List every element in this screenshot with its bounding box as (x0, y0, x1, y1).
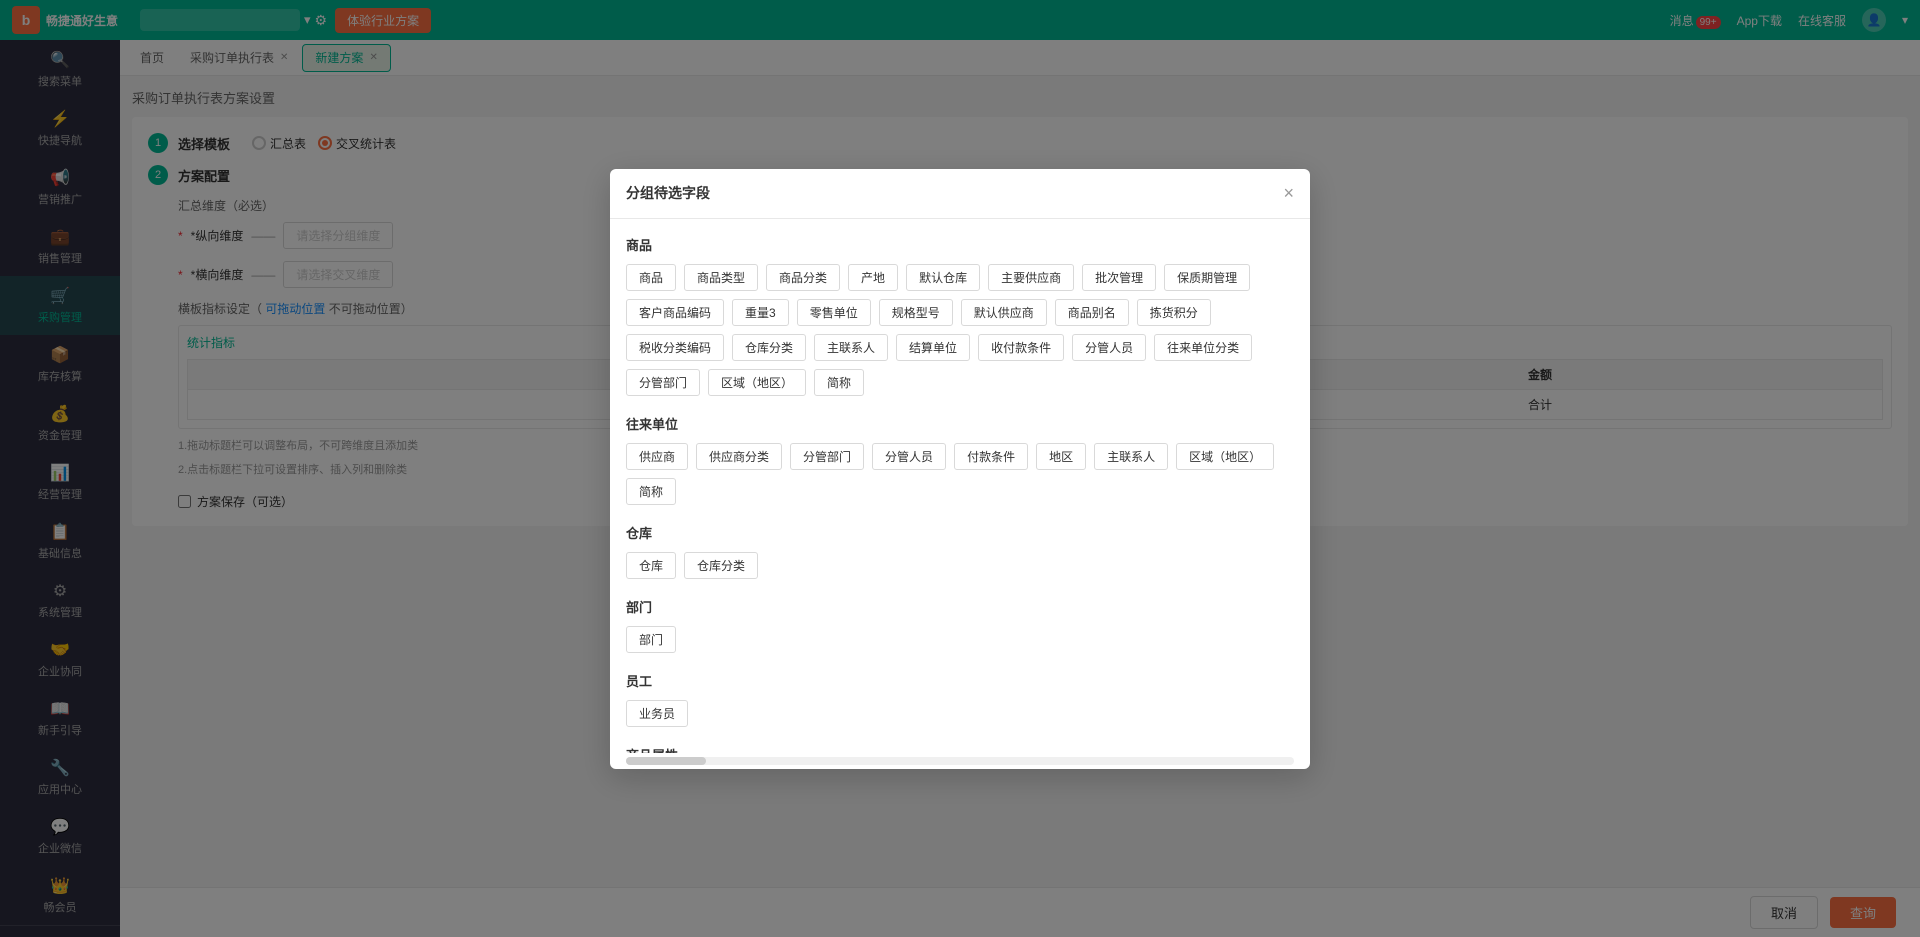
section-product-attr-title: 商品属性 (626, 745, 1294, 753)
field-region-cp[interactable]: 区域（地区） (1176, 443, 1274, 470)
section-counterpart: 往来单位 供应商 供应商分类 分管部门 分管人员 付款条件 地区 主联系人 区域… (626, 414, 1294, 505)
dialog-close-btn[interactable]: × (1283, 183, 1294, 204)
section-product: 商品 商品 商品类型 商品分类 产地 默认仓库 主要供应商 批次管理 保质期管理… (626, 235, 1294, 396)
section-department: 部门 部门 (626, 597, 1294, 653)
field-product-category[interactable]: 商品分类 (766, 264, 840, 291)
field-pick-points[interactable]: 拣货积分 (1137, 299, 1211, 326)
field-dept-in-charge[interactable]: 分管部门 (626, 369, 700, 396)
dialog-header: 分组待选字段 × (610, 169, 1310, 219)
field-warehouse-cat[interactable]: 仓库分类 (684, 552, 758, 579)
field-supervisor[interactable]: 分管人员 (1072, 334, 1146, 361)
field-dept-mgmt[interactable]: 分管部门 (790, 443, 864, 470)
field-product-type[interactable]: 商品类型 (684, 264, 758, 291)
field-origin[interactable]: 产地 (848, 264, 898, 291)
section-employee-title: 员工 (626, 671, 1294, 690)
field-supplier-category[interactable]: 供应商分类 (696, 443, 782, 470)
field-settlement-unit[interactable]: 结算单位 (896, 334, 970, 361)
field-abbr-cp[interactable]: 简称 (626, 478, 676, 505)
dialog-horizontal-scrollbar[interactable] (626, 757, 1294, 765)
field-shelf-life[interactable]: 保质期管理 (1164, 264, 1250, 291)
field-area[interactable]: 地区 (1036, 443, 1086, 470)
field-abbr-product[interactable]: 简称 (814, 369, 864, 396)
field-main-contact[interactable]: 主联系人 (814, 334, 888, 361)
counterpart-fields: 供应商 供应商分类 分管部门 分管人员 付款条件 地区 主联系人 区域（地区） … (626, 443, 1294, 505)
field-selection-dialog: 分组待选字段 × 商品 商品 商品类型 商品分类 产地 默认仓库 主要供应商 批… (610, 169, 1310, 769)
hscroll-thumb (626, 757, 706, 765)
product-fields: 商品 商品类型 商品分类 产地 默认仓库 主要供应商 批次管理 保质期管理 客户… (626, 264, 1294, 396)
field-department[interactable]: 部门 (626, 626, 676, 653)
department-fields: 部门 (626, 626, 1294, 653)
field-salesperson[interactable]: 业务员 (626, 700, 688, 727)
field-retail-unit[interactable]: 零售单位 (797, 299, 871, 326)
field-region-product[interactable]: 区域（地区） (708, 369, 806, 396)
section-warehouse: 仓库 仓库 仓库分类 (626, 523, 1294, 579)
dialog-body: 商品 商品 商品类型 商品分类 产地 默认仓库 主要供应商 批次管理 保质期管理… (610, 219, 1310, 753)
employee-fields: 业务员 (626, 700, 1294, 727)
field-payment-terms[interactable]: 收付款条件 (978, 334, 1064, 361)
field-weight[interactable]: 重量3 (732, 299, 789, 326)
section-warehouse-title: 仓库 (626, 523, 1294, 542)
field-personnel-mgmt[interactable]: 分管人员 (872, 443, 946, 470)
field-supplier[interactable]: 供应商 (626, 443, 688, 470)
section-product-attr: 商品属性 属性 颜色 多规格 尺码 鞋码 1 (626, 745, 1294, 753)
field-product-alias[interactable]: 商品别名 (1055, 299, 1129, 326)
field-default-warehouse[interactable]: 默认仓库 (906, 264, 980, 291)
dialog-title: 分组待选字段 (626, 183, 710, 203)
field-main-contact-cp[interactable]: 主联系人 (1094, 443, 1168, 470)
field-product[interactable]: 商品 (626, 264, 676, 291)
section-department-title: 部门 (626, 597, 1294, 616)
field-warehouse-category[interactable]: 仓库分类 (732, 334, 806, 361)
field-main-supplier[interactable]: 主要供应商 (988, 264, 1074, 291)
field-payment-condition[interactable]: 付款条件 (954, 443, 1028, 470)
field-default-supplier[interactable]: 默认供应商 (961, 299, 1047, 326)
section-counterpart-title: 往来单位 (626, 414, 1294, 433)
field-spec-model[interactable]: 规格型号 (879, 299, 953, 326)
field-partner-category[interactable]: 往来单位分类 (1154, 334, 1252, 361)
field-batch-mgmt[interactable]: 批次管理 (1082, 264, 1156, 291)
field-customer-code[interactable]: 客户商品编码 (626, 299, 724, 326)
field-tax-code[interactable]: 税收分类编码 (626, 334, 724, 361)
warehouse-fields: 仓库 仓库分类 (626, 552, 1294, 579)
section-employee: 员工 业务员 (626, 671, 1294, 727)
section-product-title: 商品 (626, 235, 1294, 254)
field-warehouse[interactable]: 仓库 (626, 552, 676, 579)
